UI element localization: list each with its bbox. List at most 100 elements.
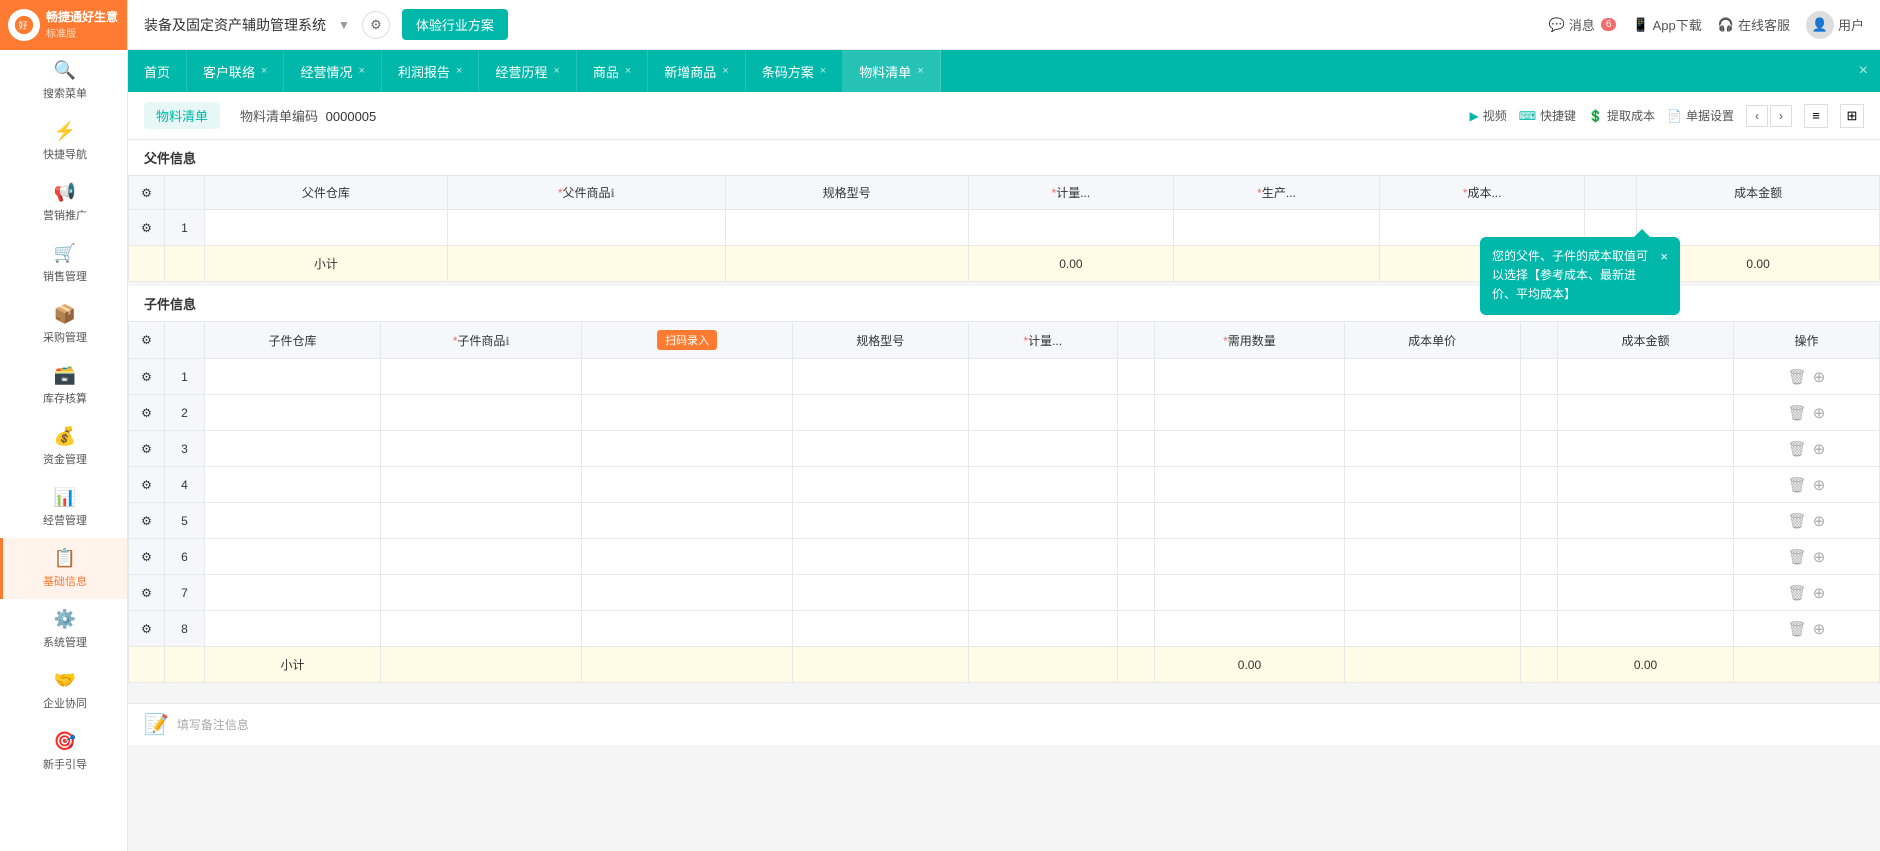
- child-row-qty[interactable]: [1155, 575, 1344, 611]
- child-row-settings[interactable]: ⚙: [129, 359, 165, 395]
- child-row-warehouse[interactable]: [205, 503, 381, 539]
- row-production[interactable]: [1174, 210, 1380, 246]
- delete-icon[interactable]: 🗑: [1788, 440, 1807, 458]
- child-row-warehouse[interactable]: [205, 395, 381, 431]
- copy-icon[interactable]: ⊕: [1813, 368, 1826, 386]
- child-row-product[interactable]: [380, 503, 581, 539]
- child-row-settings[interactable]: ⚙: [129, 611, 165, 647]
- row-spec[interactable]: [725, 210, 968, 246]
- child-row-unit-cost[interactable]: [1344, 503, 1520, 539]
- extract-cost-action[interactable]: 💲 提取成本: [1588, 107, 1655, 124]
- child-row-spec[interactable]: [792, 575, 968, 611]
- child-row-spec[interactable]: [792, 395, 968, 431]
- tab-product[interactable]: 商品 ×: [577, 50, 648, 92]
- child-row-qty[interactable]: [1155, 431, 1344, 467]
- tab-history-close[interactable]: ×: [553, 65, 559, 77]
- tooltip-close-button[interactable]: ×: [1660, 247, 1668, 268]
- copy-icon[interactable]: ⊕: [1813, 512, 1826, 530]
- tab-customer[interactable]: 客户联络 ×: [187, 50, 284, 92]
- delete-icon[interactable]: 🗑: [1788, 368, 1807, 386]
- sidebar-item-quick-nav[interactable]: ⚡ 快捷导航: [0, 111, 127, 172]
- user-menu[interactable]: 👤 用户: [1806, 11, 1864, 39]
- child-row-unit[interactable]: [968, 503, 1117, 539]
- copy-icon[interactable]: ⊕: [1813, 584, 1826, 602]
- child-row-unit[interactable]: [968, 431, 1117, 467]
- sidebar-item-enterprise[interactable]: 🤝 企业协同: [0, 660, 127, 721]
- sidebar-item-operations[interactable]: 📊 经营管理: [0, 477, 127, 538]
- sub-tab-bom-list[interactable]: 物料清单: [144, 102, 220, 129]
- scan-button[interactable]: 扫码录入: [657, 330, 717, 350]
- tab-operations-status[interactable]: 经营情况 ×: [284, 50, 381, 92]
- next-page-button[interactable]: ›: [1770, 105, 1792, 127]
- child-row-spec[interactable]: [792, 503, 968, 539]
- message-button[interactable]: 💬 消息 6: [1549, 15, 1617, 34]
- sidebar-item-sales[interactable]: 🛒 销售管理: [0, 233, 127, 294]
- tab-new-product-close[interactable]: ×: [722, 65, 728, 77]
- tab-profit[interactable]: 利润报告 ×: [382, 50, 479, 92]
- child-row-qty[interactable]: [1155, 503, 1344, 539]
- child-row-unit[interactable]: [968, 611, 1117, 647]
- nav-close-all[interactable]: ×: [1847, 62, 1880, 80]
- child-row-product[interactable]: [380, 359, 581, 395]
- child-row-unit-cost[interactable]: [1344, 611, 1520, 647]
- delete-icon[interactable]: 🗑: [1788, 404, 1807, 422]
- child-row-settings[interactable]: ⚙: [129, 503, 165, 539]
- child-row-product[interactable]: [380, 611, 581, 647]
- child-row-warehouse[interactable]: [205, 539, 381, 575]
- delete-icon[interactable]: 🗑: [1788, 620, 1807, 638]
- row-warehouse[interactable]: [205, 210, 448, 246]
- tab-customer-close[interactable]: ×: [261, 65, 267, 77]
- child-row-spec[interactable]: [792, 539, 968, 575]
- sidebar-item-inventory[interactable]: 🗃️ 库存核算: [0, 355, 127, 416]
- child-row-spec[interactable]: [792, 359, 968, 395]
- child-row-unit-cost[interactable]: [1344, 467, 1520, 503]
- child-row-qty[interactable]: [1155, 539, 1344, 575]
- child-row-unit-cost[interactable]: [1344, 359, 1520, 395]
- child-col-settings[interactable]: ⚙: [129, 322, 165, 359]
- tab-history[interactable]: 经营历程 ×: [479, 50, 576, 92]
- trial-button[interactable]: 体验行业方案: [402, 9, 508, 40]
- single-settings-action[interactable]: 📄 单据设置: [1667, 107, 1734, 124]
- child-row-product[interactable]: [380, 467, 581, 503]
- child-row-warehouse[interactable]: [205, 611, 381, 647]
- tab-bom[interactable]: 物料清单 ×: [843, 50, 940, 92]
- sidebar-item-purchase[interactable]: 📦 采购管理: [0, 294, 127, 355]
- row-product[interactable]: [447, 210, 725, 246]
- tab-product-close[interactable]: ×: [625, 65, 631, 77]
- child-row-unit-cost[interactable]: [1344, 395, 1520, 431]
- copy-icon[interactable]: ⊕: [1813, 476, 1826, 494]
- copy-icon[interactable]: ⊕: [1813, 548, 1826, 566]
- child-row-unit[interactable]: [968, 467, 1117, 503]
- child-row-unit[interactable]: [968, 575, 1117, 611]
- copy-icon[interactable]: ⊕: [1813, 440, 1826, 458]
- child-row-unit-cost[interactable]: [1344, 539, 1520, 575]
- delete-icon[interactable]: 🗑: [1788, 476, 1807, 494]
- child-row-product[interactable]: [380, 539, 581, 575]
- copy-icon[interactable]: ⊕: [1813, 404, 1826, 422]
- sidebar-item-basic-info[interactable]: 📋 基础信息: [0, 538, 127, 599]
- child-row-unit[interactable]: [968, 539, 1117, 575]
- system-dropdown-arrow[interactable]: ▼: [338, 18, 350, 32]
- child-row-spec[interactable]: [792, 431, 968, 467]
- tab-home[interactable]: 首页: [128, 50, 187, 92]
- child-row-settings[interactable]: ⚙: [129, 395, 165, 431]
- child-row-warehouse[interactable]: [205, 575, 381, 611]
- grid-view-button[interactable]: ⊞: [1840, 104, 1864, 128]
- child-row-spec[interactable]: [792, 611, 968, 647]
- child-row-warehouse[interactable]: [205, 467, 381, 503]
- app-download-button[interactable]: 📱 App下载: [1632, 15, 1701, 34]
- row-settings[interactable]: ⚙: [129, 210, 165, 246]
- gear-button[interactable]: ⚙: [362, 11, 390, 39]
- delete-icon[interactable]: 🗑: [1788, 548, 1807, 566]
- prev-page-button[interactable]: ‹: [1746, 105, 1768, 127]
- child-row-settings[interactable]: ⚙: [129, 575, 165, 611]
- child-row-qty[interactable]: [1155, 395, 1344, 431]
- child-row-unit-cost[interactable]: [1344, 431, 1520, 467]
- child-row-product[interactable]: [380, 395, 581, 431]
- sidebar-item-search[interactable]: 🔍 搜索菜单: [0, 50, 127, 111]
- tab-bom-close[interactable]: ×: [917, 65, 923, 77]
- child-row-settings[interactable]: ⚙: [129, 431, 165, 467]
- parent-col-settings[interactable]: ⚙: [129, 176, 165, 210]
- list-view-button[interactable]: ≡: [1804, 104, 1828, 128]
- tab-barcode-close[interactable]: ×: [820, 65, 826, 77]
